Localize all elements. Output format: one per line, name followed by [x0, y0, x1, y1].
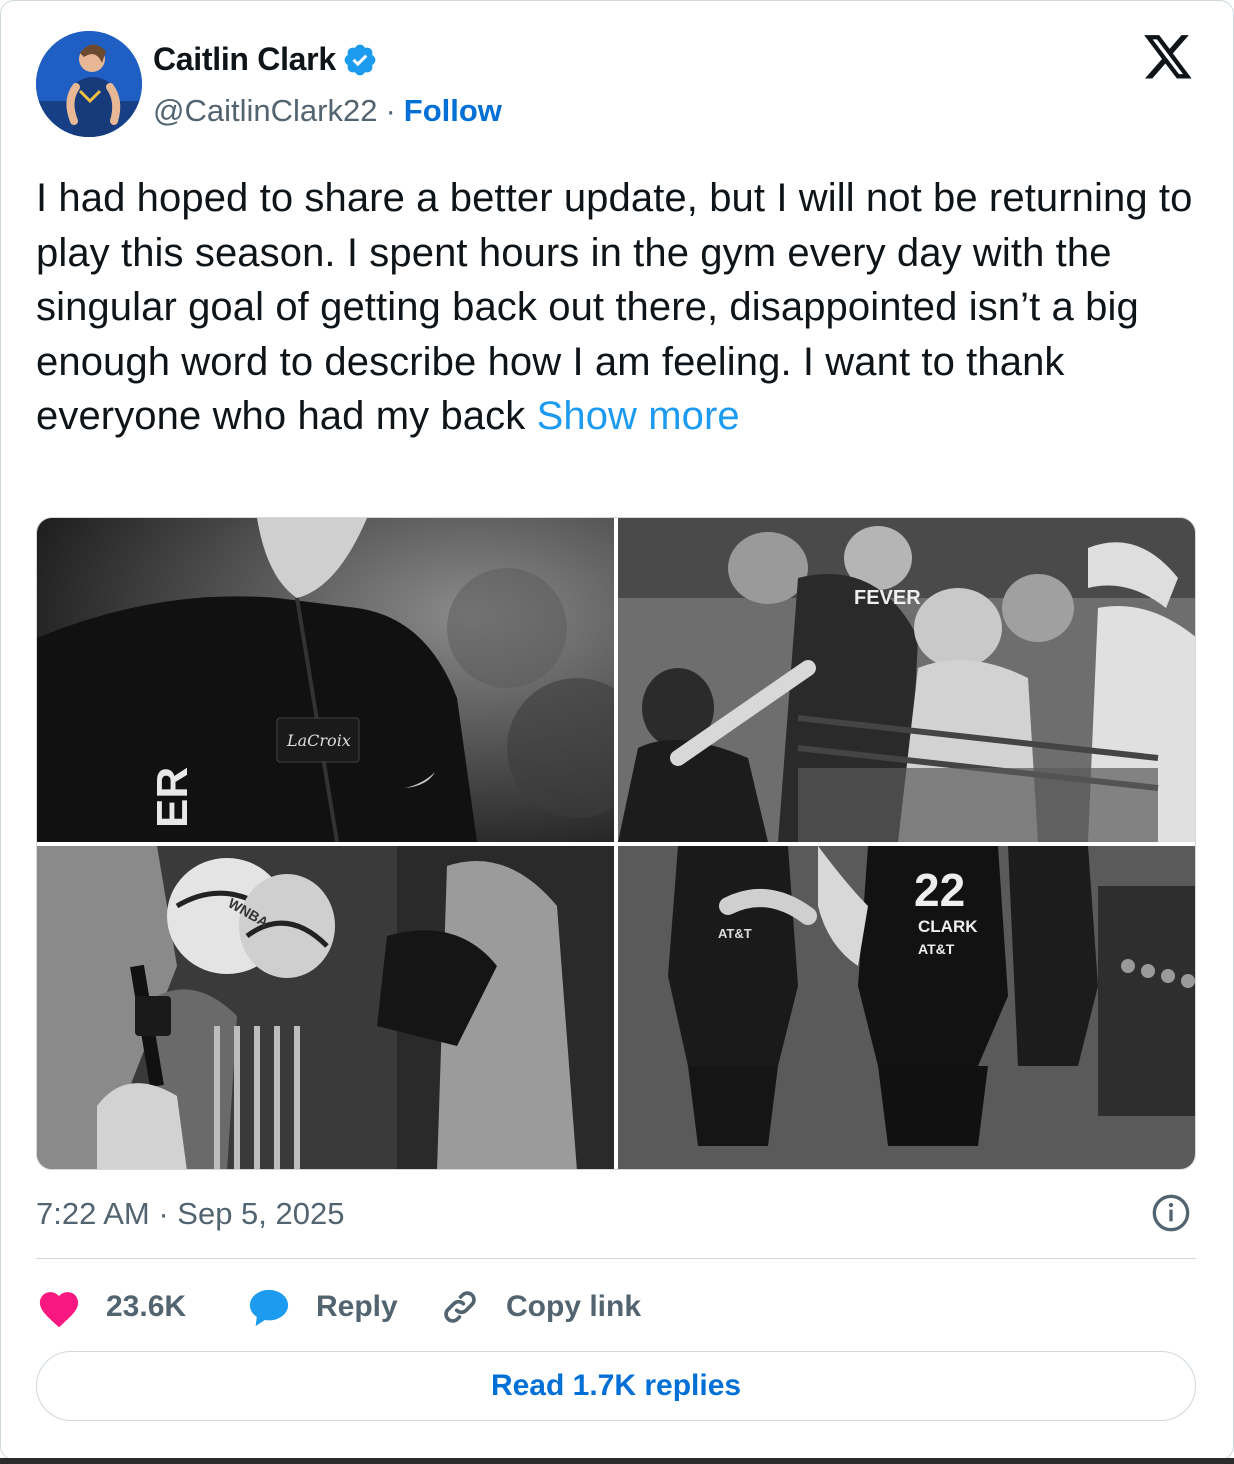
tweet-timestamp[interactable]: 7:22 AM · Sep 5, 2025: [36, 1196, 345, 1232]
show-more-link[interactable]: Show more: [537, 394, 740, 438]
author-name-row[interactable]: Caitlin Clark: [153, 41, 378, 78]
jersey-number: 22: [914, 864, 965, 916]
photo-2[interactable]: FEVER: [618, 518, 1195, 842]
jacket-lettering: ER: [148, 767, 197, 828]
handle-separator: ·: [385, 93, 396, 128]
jersey-lettering: FEVER: [854, 587, 921, 609]
photo-fans-with-basketballs: WNBA: [37, 846, 614, 1169]
avatar-photo: [36, 31, 142, 137]
reply-bubble-icon: [249, 1289, 289, 1327]
link-icon: [444, 1291, 476, 1323]
read-replies-button[interactable]: Read 1.7K replies: [36, 1351, 1196, 1421]
window-bottom-edge: [0, 1458, 1234, 1464]
copy-link-label: Copy link: [506, 1290, 642, 1323]
svg-text:LaCroix: LaCroix: [286, 731, 351, 750]
copy-link-button[interactable]: Copy link: [440, 1287, 641, 1327]
photo-player-warmup-jacket: LaCroix ER: [37, 518, 614, 842]
jersey-sponsor: AT&T: [918, 941, 955, 957]
tweet-text: I had hoped to share a better update, bu…: [36, 171, 1206, 444]
verified-badge-icon: [344, 44, 376, 75]
photo-4[interactable]: 22 CLARK AT&T AT&T: [618, 846, 1195, 1169]
handle-row: @CaitlinClark22 · Follow: [153, 93, 502, 129]
jersey-sponsor-2: AT&T: [718, 926, 752, 941]
photo-players-jerseys: 22 CLARK AT&T AT&T: [618, 846, 1195, 1169]
tweet-embed-card: Caitlin Clark @CaitlinClark22 · Follow I…: [0, 0, 1234, 1460]
divider: [36, 1258, 1196, 1259]
avatar[interactable]: [36, 31, 142, 137]
like-count: 23.6K: [106, 1290, 187, 1323]
author-handle[interactable]: @CaitlinClark22: [153, 93, 377, 129]
jersey-name: CLARK: [918, 917, 978, 936]
reply-label: Reply: [316, 1290, 398, 1323]
media-grid: LaCroix ER FEVER WNBA 22 CLARK AT&T AT&T: [36, 517, 1196, 1170]
action-bar: 23.6K Reply Copy link: [36, 1283, 641, 1331]
info-icon[interactable]: [1151, 1193, 1191, 1233]
follow-button[interactable]: Follow: [404, 93, 502, 129]
heart-icon: [39, 1292, 79, 1328]
photo-1[interactable]: LaCroix ER: [37, 518, 614, 842]
reply-button[interactable]: Reply: [246, 1286, 440, 1328]
like-button[interactable]: 23.6K: [36, 1286, 246, 1328]
author-name[interactable]: Caitlin Clark: [153, 41, 336, 78]
photo-3[interactable]: WNBA: [37, 846, 614, 1169]
photo-signing-autographs: FEVER: [618, 518, 1195, 842]
x-logo-icon[interactable]: [1142, 35, 1194, 83]
